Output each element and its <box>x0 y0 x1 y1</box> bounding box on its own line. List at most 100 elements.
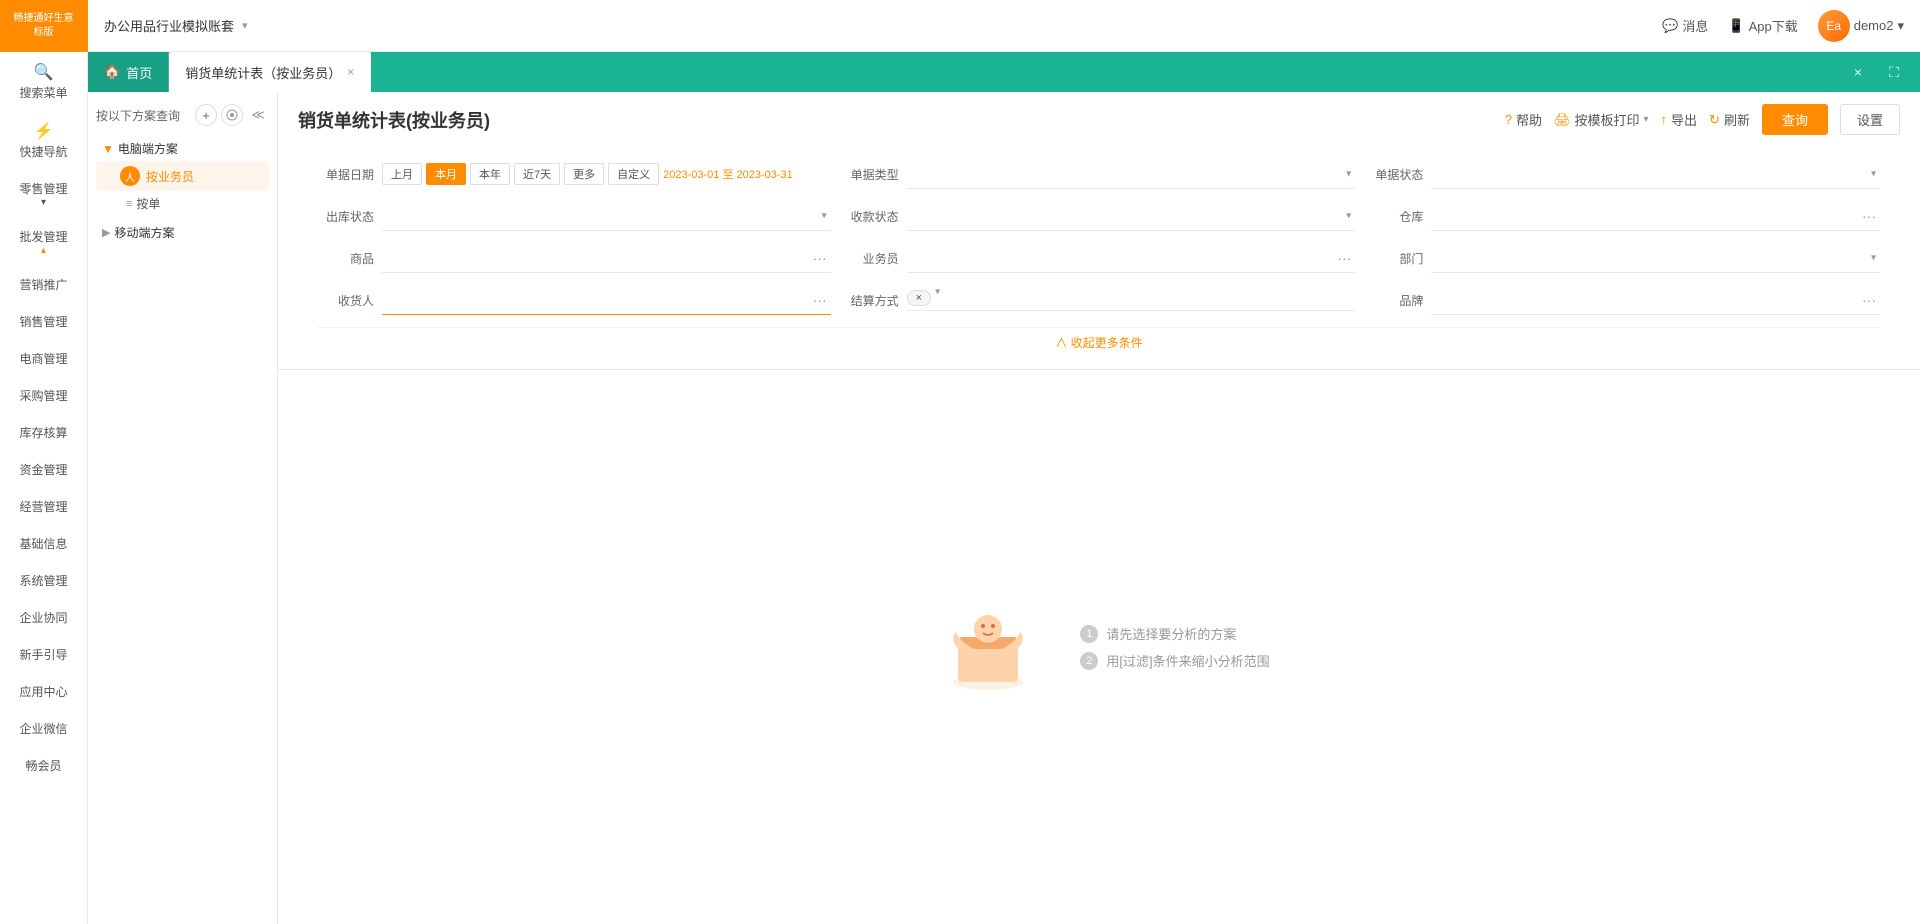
dept-input[interactable] <box>1431 243 1880 273</box>
goods-dots[interactable]: ··· <box>813 250 827 266</box>
sidebar-item-purchase[interactable]: 采购管理 <box>0 377 87 414</box>
print-dropdown-arrow[interactable]: ▾ <box>1644 114 1649 125</box>
date-more-btn[interactable]: 更多 <box>564 163 604 185</box>
payment-clear-x[interactable]: × <box>916 292 922 304</box>
collapse-filters-button[interactable]: ∧ 收起更多条件 <box>318 327 1880 357</box>
sidebar-item-members[interactable]: 畅会员 <box>0 747 87 784</box>
payment-control: × ▾ <box>907 290 1356 311</box>
tab-close-button[interactable]: × <box>347 65 354 79</box>
recipient-dots[interactable]: ··· <box>813 292 827 308</box>
brand-label: 品牌 <box>1367 292 1423 309</box>
collapse-panel-button[interactable]: ≪ <box>247 104 269 126</box>
help-button[interactable]: ? 帮助 <box>1505 110 1542 129</box>
brand-input[interactable] <box>1431 285 1880 315</box>
print-button[interactable]: 🖨 按模板打印 ▾ <box>1554 110 1649 129</box>
sidebar-item-basic[interactable]: 基础信息 <box>0 525 87 562</box>
filter-date: 单据日期 上月 本月 本年 近7天 更多 自定义 2023-03-01 至 20… <box>318 159 831 189</box>
page-header: 销货单统计表(按业务员) ? 帮助 🖨 按模板打印 ▾ ↑ <box>278 92 1920 370</box>
content-area: 按以下方案查询 + ≪ ▼ 电脑端方案 人 按业务员 <box>88 92 1920 924</box>
doc-status-input[interactable] <box>1431 159 1880 189</box>
sidebar-item-system[interactable]: 系统管理 <box>0 562 87 599</box>
setting-button[interactable]: 设置 <box>1840 104 1900 135</box>
user-avatar: Ea <box>1818 10 1850 42</box>
salesman-plan-icon: 人 <box>120 166 140 186</box>
retail-arrow: ▾ <box>4 197 83 208</box>
plan-group-desktop-label: 电脑端方案 <box>118 140 178 157</box>
app-logo[interactable]: 畅捷通好生意 标版 <box>0 0 88 52</box>
plan-group-mobile-header[interactable]: ▶ 移动端方案 <box>96 220 269 245</box>
sidebar-item-enterprise-wechat[interactable]: 企业微信 <box>0 710 87 747</box>
date-custom-btn[interactable]: 自定义 <box>608 163 659 185</box>
query-button[interactable]: 查询 <box>1762 104 1828 135</box>
add-plan-button[interactable]: + <box>195 104 217 126</box>
maximize-button[interactable]: ⛶ <box>1880 58 1908 86</box>
sidebar-item-operations[interactable]: 经营管理 <box>0 488 87 525</box>
edit-plan-button[interactable] <box>221 104 243 126</box>
empty-hint-2: 2 用[过滤]条件来缩小分析范围 <box>1080 651 1269 670</box>
plan-group-desktop-header[interactable]: ▼ 电脑端方案 <box>96 136 269 161</box>
sidebar: 畅捷通好生意 标版 🔍 搜索菜单 ⚡ 快捷导航 零售管理 ▾ 批发管理 ▴ 营销… <box>0 0 88 924</box>
salesman-label: 业务员 <box>843 250 899 267</box>
dept-label: 部门 <box>1367 250 1423 267</box>
main-area: 办公用品行业模拟账套 ▾ 💬 消息 📱 App下载 Ea demo2 ▾ 🏠 首… <box>88 0 1920 924</box>
export-button[interactable]: ↑ 导出 <box>1661 110 1698 129</box>
sidebar-item-wholesale[interactable]: 批发管理 ▴ <box>0 218 87 266</box>
date-this-year-btn[interactable]: 本年 <box>470 163 510 185</box>
doc-type-control: ▾ <box>907 159 1356 189</box>
sidebar-item-shortcut[interactable]: ⚡ 快捷导航 <box>0 111 87 170</box>
sidebar-item-sales[interactable]: 销售管理 <box>0 303 87 340</box>
brand-dots[interactable]: ··· <box>1862 292 1876 308</box>
app-download-icon: 📱 <box>1728 18 1744 34</box>
sidebar-item-search[interactable]: 🔍 搜索菜单 <box>0 52 87 111</box>
sidebar-item-finance[interactable]: 资金管理 <box>0 451 87 488</box>
ecommerce-label: 电商管理 <box>4 350 83 367</box>
topbar: 办公用品行业模拟账套 ▾ 💬 消息 📱 App下载 Ea demo2 ▾ <box>88 0 1920 52</box>
doc-type-input[interactable] <box>907 159 1356 189</box>
panel-actions: + ≪ <box>195 104 269 126</box>
sidebar-item-retail[interactable]: 零售管理 ▾ <box>0 170 87 218</box>
warehouse-dots[interactable]: ··· <box>1862 208 1876 224</box>
panel-title-text: 按以下方案查询 <box>96 107 180 124</box>
warehouse-input[interactable] <box>1431 201 1880 231</box>
plan-group-mobile: ▶ 移动端方案 <box>96 220 269 245</box>
salesman-input[interactable] <box>907 243 1356 273</box>
topbar-dropdown-icon[interactable]: ▾ <box>242 19 248 32</box>
sidebar-item-apps[interactable]: 应用中心 <box>0 673 87 710</box>
goods-input[interactable] <box>382 243 831 273</box>
out-status-control: ▾ <box>382 201 831 231</box>
sidebar-item-newbie[interactable]: 新手引导 <box>0 636 87 673</box>
tab-home[interactable]: 🏠 首页 <box>88 52 169 92</box>
refresh-label: 刷新 <box>1724 110 1750 129</box>
out-status-input[interactable] <box>382 201 831 231</box>
user-dropdown-arrow: ▾ <box>1897 18 1904 34</box>
tab-sales-stat[interactable]: 销货单统计表（按业务员） × <box>169 52 371 92</box>
export-label: 导出 <box>1671 110 1697 129</box>
sidebar-item-cooperation[interactable]: 企业协同 <box>0 599 87 636</box>
recipient-input[interactable] <box>382 285 831 315</box>
salesman-dots[interactable]: ··· <box>1337 250 1351 266</box>
message-button[interactable]: 💬 消息 <box>1662 16 1708 35</box>
date-this-month-btn[interactable]: 本月 <box>426 163 466 185</box>
close-window-button[interactable]: × <box>1844 58 1872 86</box>
plan-item-by-order[interactable]: ≡ 按单 <box>96 191 269 216</box>
out-status-label: 出库状态 <box>318 208 374 225</box>
topbar-left: 办公用品行业模拟账套 ▾ <box>104 16 248 35</box>
sidebar-item-inventory[interactable]: 库存核算 <box>0 414 87 451</box>
sidebar-item-marketing[interactable]: 营销推广 <box>0 266 87 303</box>
plan-group-desktop: ▼ 电脑端方案 人 按业务员 ≡ 按单 <box>96 136 269 216</box>
user-menu[interactable]: Ea demo2 ▾ <box>1818 10 1904 42</box>
date-recent7-btn[interactable]: 近7天 <box>514 163 560 185</box>
filter-row-4: 收货人 ··· 结算方式 × <box>318 285 1880 315</box>
plan-item-by-salesman[interactable]: 人 按业务员 <box>96 161 269 191</box>
members-label: 畅会员 <box>4 757 83 774</box>
receipt-status-input[interactable] <box>907 201 1356 231</box>
sidebar-item-ecommerce[interactable]: 电商管理 <box>0 340 87 377</box>
date-prev-month-btn[interactable]: 上月 <box>382 163 422 185</box>
refresh-button[interactable]: ↻ 刷新 <box>1709 110 1750 129</box>
tab-sales-stat-label: 销货单统计表（按业务员） <box>185 63 341 82</box>
filter-recipient: 收货人 ··· <box>318 285 831 315</box>
plan-item-order-label: 按单 <box>136 195 160 212</box>
plan-item-salesman-label: 按业务员 <box>146 168 194 185</box>
app-download-button[interactable]: 📱 App下载 <box>1728 16 1797 35</box>
user-label: demo2 <box>1854 18 1894 33</box>
